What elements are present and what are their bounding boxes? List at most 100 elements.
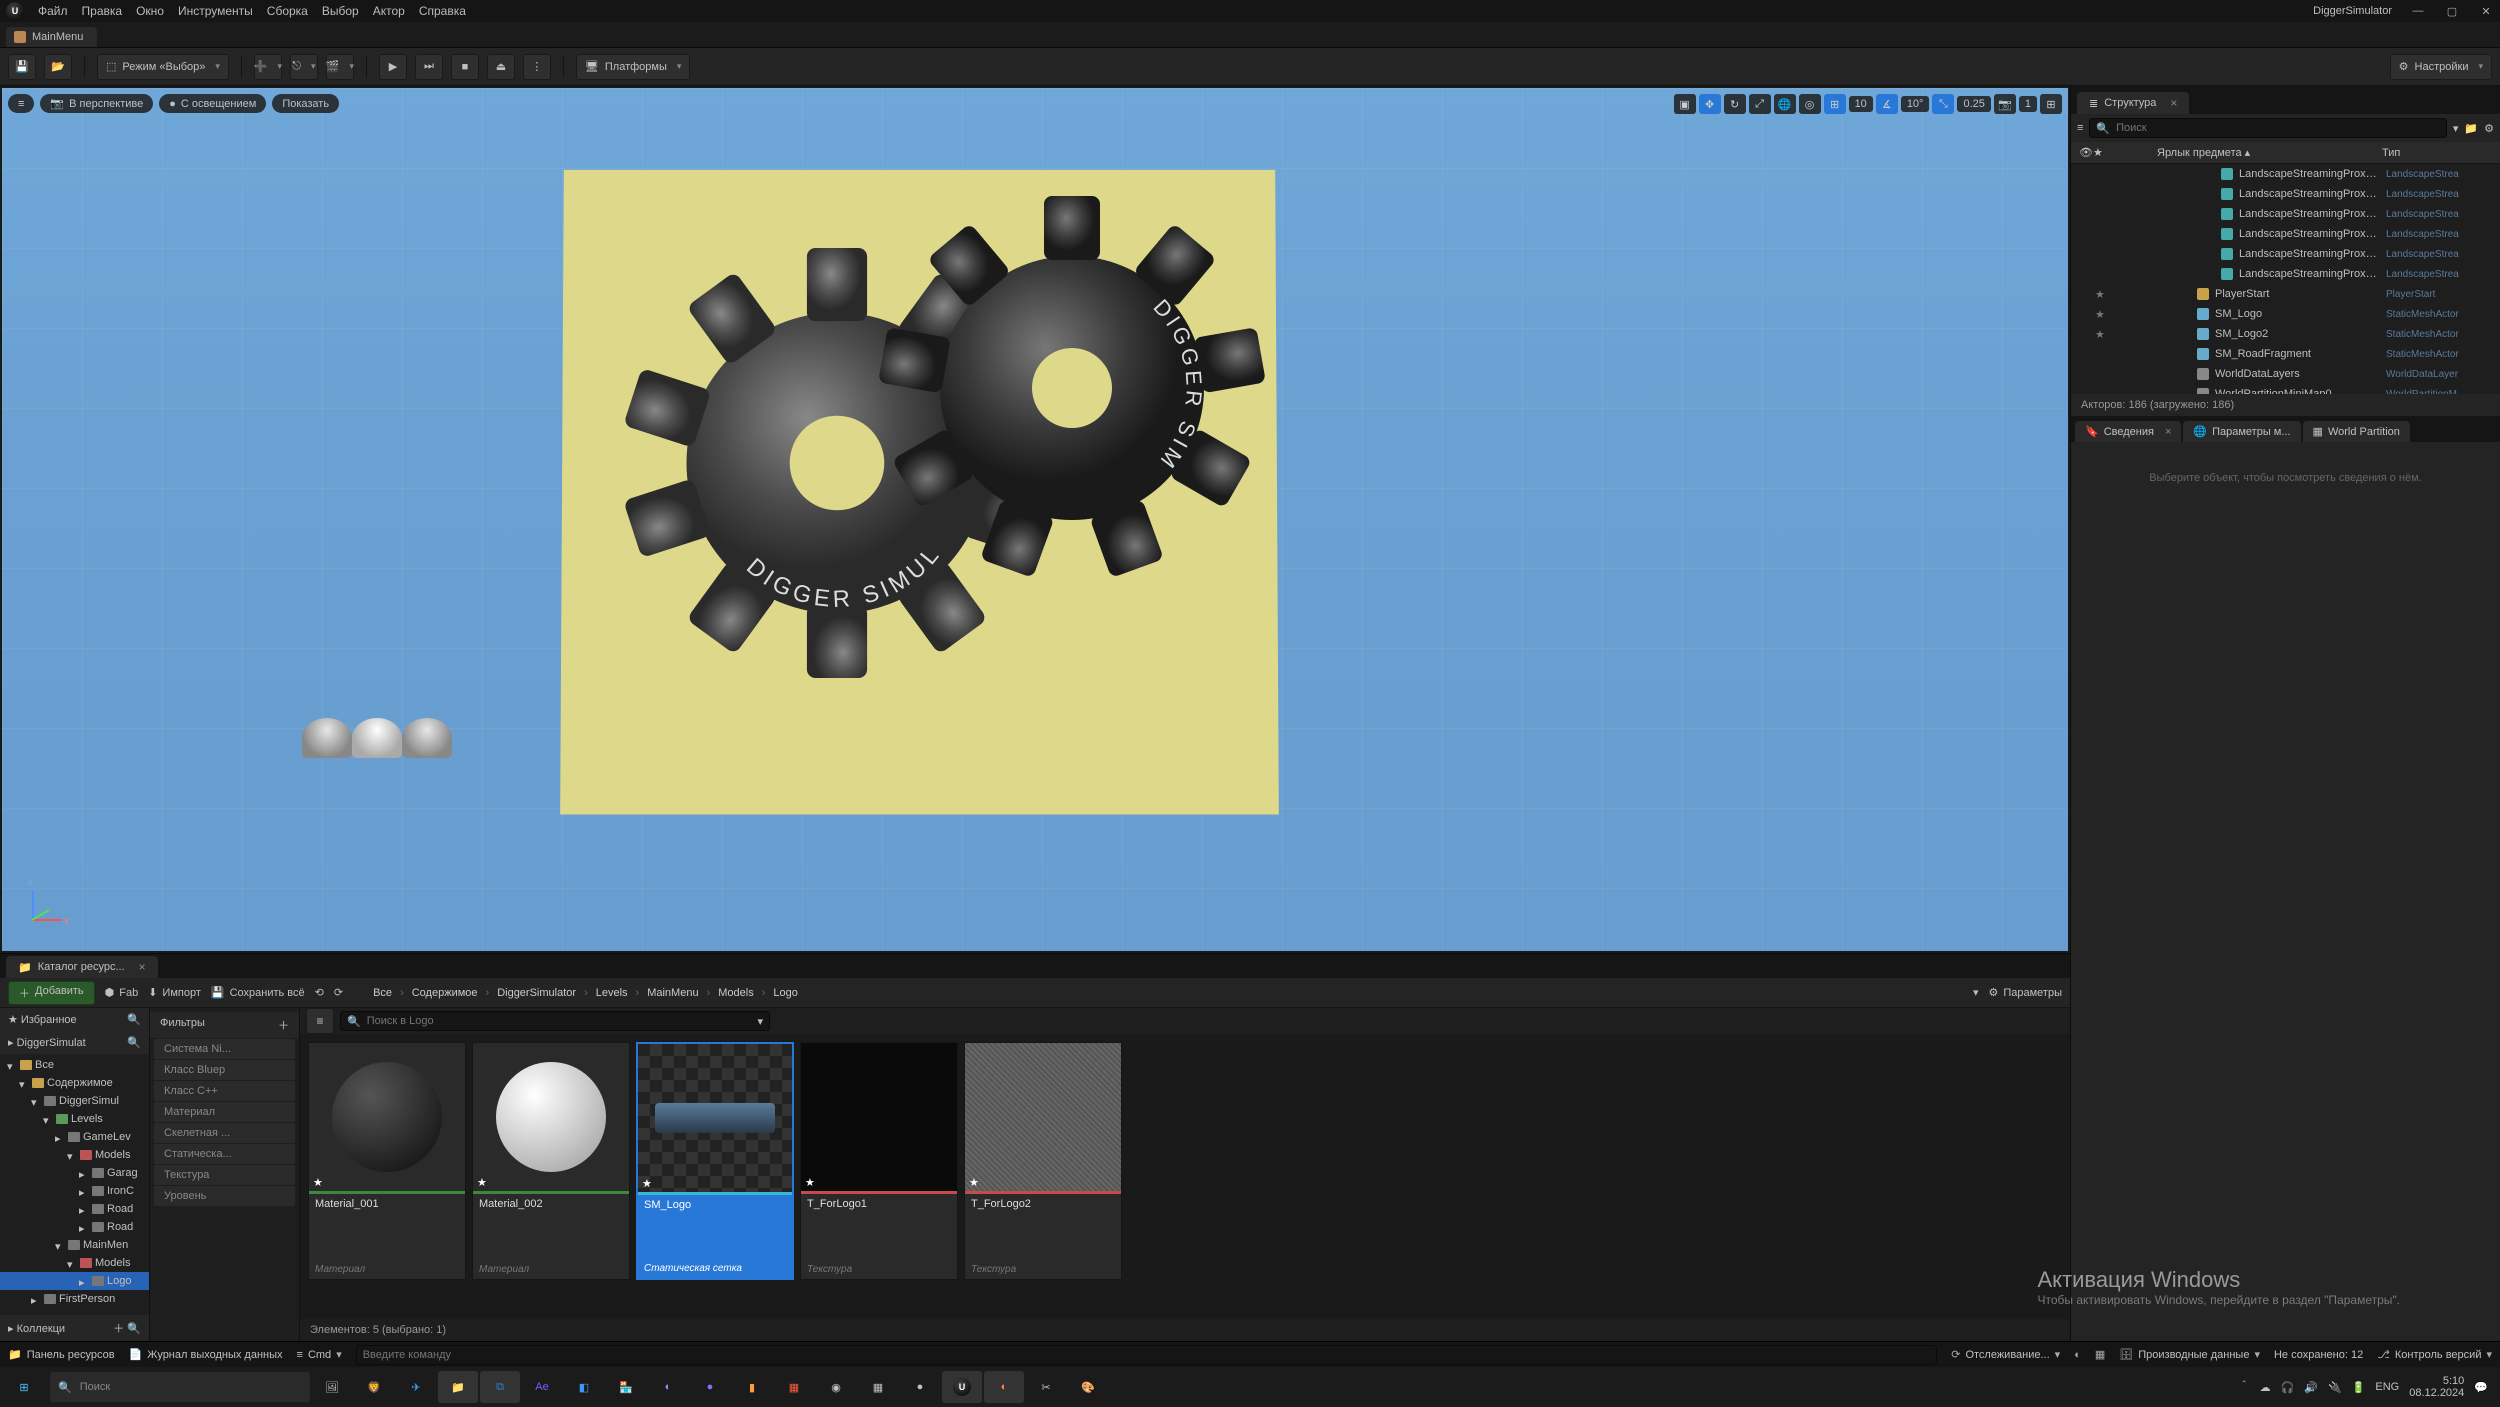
gizmo-select-button[interactable]: ▣ bbox=[1674, 94, 1696, 114]
search-icon[interactable]: 🔍 bbox=[127, 1013, 141, 1026]
content-settings-button[interactable]: ⚙Параметры bbox=[1988, 986, 2062, 999]
level-tab-mainmenu[interactable]: MainMenu bbox=[6, 27, 97, 47]
taskbar-app[interactable]: 📁 bbox=[438, 1371, 478, 1403]
content-history-fwd[interactable]: ⟳ bbox=[334, 986, 343, 999]
close-icon[interactable]: × bbox=[2170, 96, 2177, 110]
folder-tree-item[interactable]: ▾ Все bbox=[0, 1056, 149, 1074]
expand-icon[interactable]: ▾ bbox=[55, 1240, 65, 1250]
outliner-row[interactable]: WorldPartitionMiniMap0 WorldPartitionM bbox=[2071, 384, 2500, 394]
menu-tools[interactable]: Инструменты bbox=[178, 4, 253, 18]
menu-help[interactable]: Справка bbox=[419, 4, 466, 18]
content-assets-grid[interactable]: ★ Material_001 Материал ★ Material_002 М… bbox=[300, 1034, 2070, 1319]
asset-tile[interactable]: ★ T_ForLogo2 Текстура bbox=[964, 1042, 1122, 1280]
tray-battery-icon[interactable]: 🔋 bbox=[2352, 1381, 2366, 1394]
auto-save-status[interactable]: ⟳ Отслеживание... ▾ bbox=[1951, 1348, 2060, 1361]
filter-item[interactable]: Скелетная ... bbox=[154, 1123, 295, 1143]
expand-icon[interactable]: ▾ bbox=[67, 1150, 77, 1160]
folder-tree-item[interactable]: ▾ Models bbox=[0, 1254, 149, 1272]
gizmo-scale-button[interactable]: ⤢ bbox=[1749, 94, 1771, 114]
taskbar-app[interactable]: ◉ bbox=[816, 1371, 856, 1403]
world-settings-tab[interactable]: 🌐Параметры м... bbox=[2183, 421, 2300, 442]
tray-chevron-up[interactable]: ＾ bbox=[2239, 1379, 2250, 1395]
filter-item[interactable]: Класс Bluep bbox=[154, 1060, 295, 1080]
eye-icon[interactable]: 👁 bbox=[2079, 146, 2093, 159]
outliner-search-input[interactable] bbox=[2116, 122, 2440, 134]
asset-filter-button[interactable]: ≡ bbox=[306, 1008, 334, 1034]
add-icon[interactable]: ＋ bbox=[278, 1017, 289, 1033]
outliner-tab[interactable]: ≣ Структура × bbox=[2077, 92, 2189, 114]
source-control-status[interactable]: ⎇ Контроль версий ▾ bbox=[2377, 1348, 2492, 1361]
folder-tree-item[interactable]: ▾ DiggerSimul bbox=[0, 1092, 149, 1110]
taskbar-app[interactable]: Ae bbox=[522, 1371, 562, 1403]
breadcrumb-item[interactable]: Logo bbox=[773, 987, 797, 999]
taskbar-app[interactable]: ✂ bbox=[1026, 1371, 1066, 1403]
outliner-col-type[interactable]: Тип bbox=[2382, 147, 2492, 159]
angle-snap-toggle[interactable]: ∡ bbox=[1876, 94, 1898, 114]
filter-item[interactable]: Класс C++ bbox=[154, 1081, 295, 1101]
camera-speed-button[interactable]: 📷 bbox=[1994, 94, 2016, 114]
tray-network-icon[interactable]: 🔌 bbox=[2328, 1381, 2342, 1394]
close-icon[interactable]: × bbox=[139, 960, 146, 974]
taskbar-app[interactable]: ▮ bbox=[732, 1371, 772, 1403]
content-import-button[interactable]: ⬇Импорт bbox=[148, 986, 201, 999]
skip-button[interactable]: ⏭ bbox=[415, 54, 443, 80]
asset-tile[interactable]: ★ Material_001 Материал bbox=[308, 1042, 466, 1280]
editor-settings-dropdown[interactable]: ⚙ Настройки bbox=[2390, 54, 2492, 80]
chevron-down-icon[interactable]: ▾ bbox=[2453, 122, 2459, 135]
taskbar-app[interactable]: ✈ bbox=[396, 1371, 436, 1403]
play-button[interactable]: ▶ bbox=[379, 54, 407, 80]
platforms-dropdown[interactable]: 🖥 Платформы bbox=[576, 54, 691, 80]
outliner-row[interactable]: ★ SM_Logo StaticMeshActor bbox=[2071, 304, 2500, 324]
expand-icon[interactable]: ▾ bbox=[31, 1096, 41, 1106]
tray-volume-icon[interactable]: 🔊 bbox=[2304, 1381, 2318, 1394]
taskbar-app[interactable]: 🦁 bbox=[354, 1371, 394, 1403]
menu-select[interactable]: Выбор bbox=[322, 4, 359, 18]
outliner-row[interactable]: LandscapeStreamingProxy_15_1_ LandscapeS… bbox=[2071, 204, 2500, 224]
pin-toggle[interactable]: ★ bbox=[2095, 288, 2109, 301]
outliner-row[interactable]: LandscapeStreamingProxy_15_3_ LandscapeS… bbox=[2071, 244, 2500, 264]
taskbar-unreal-engine[interactable]: U bbox=[942, 1371, 982, 1403]
outliner-row[interactable]: LandscapeStreamingProxy_15_0_ LandscapeS… bbox=[2071, 184, 2500, 204]
cinematics-dropdown[interactable]: 🎬 bbox=[326, 54, 354, 80]
output-log-button[interactable]: 📄Журнал выходных данных bbox=[129, 1348, 283, 1361]
outliner-list[interactable]: LandscapeStreamingProxy_15_-1_ Landscape… bbox=[2071, 164, 2500, 394]
expand-icon[interactable]: ▸ bbox=[55, 1132, 65, 1142]
filter-icon[interactable]: ≡ bbox=[2077, 122, 2083, 134]
content-drawer-button[interactable]: 📁Панель ресурсов bbox=[8, 1348, 115, 1361]
chevron-down-icon[interactable]: ▾ bbox=[757, 1015, 763, 1028]
outliner-row[interactable]: LandscapeStreamingProxy_15_-1_ Landscape… bbox=[2071, 164, 2500, 184]
content-project-header[interactable]: ▸ DiggerSimulat 🔍 bbox=[0, 1031, 149, 1054]
outliner-row[interactable]: ★ SM_Logo2 StaticMeshActor bbox=[2071, 324, 2500, 344]
search-icon[interactable]: 🔍 bbox=[127, 1323, 141, 1335]
filter-item[interactable]: Текстура bbox=[154, 1165, 295, 1185]
breadcrumb-item[interactable]: Levels bbox=[596, 987, 628, 999]
taskbar-app[interactable]: 🎨 bbox=[1068, 1371, 1108, 1403]
expand-icon[interactable]: ▸ bbox=[79, 1186, 89, 1196]
taskbar-app[interactable]: 🏪 bbox=[606, 1371, 646, 1403]
breadcrumb-item[interactable]: Все bbox=[373, 987, 392, 999]
taskbar-app[interactable]: ⧉ bbox=[480, 1371, 520, 1403]
breadcrumb-item[interactable]: MainMenu bbox=[647, 987, 698, 999]
unsaved-status[interactable]: Не сохранено: 12 bbox=[2274, 1349, 2363, 1361]
viewport-menu-button[interactable]: ≡ bbox=[8, 94, 34, 113]
console-command-input[interactable] bbox=[356, 1345, 1938, 1365]
folder-icon[interactable]: 📁 bbox=[2464, 122, 2478, 135]
taskbar-app[interactable]: ● bbox=[690, 1371, 730, 1403]
tray-clock[interactable]: 5:10 08.12.2024 bbox=[2409, 1375, 2464, 1399]
expand-icon[interactable]: ▸ bbox=[79, 1276, 89, 1286]
pin-toggle[interactable]: ★ bbox=[2095, 308, 2109, 321]
folder-tree-item[interactable]: ▾ Содержимое bbox=[0, 1074, 149, 1092]
taskbar-app[interactable]: ◧ bbox=[564, 1371, 604, 1403]
content-save-all-button[interactable]: 💾Сохранить всё bbox=[211, 986, 305, 999]
filter-item[interactable]: Материал bbox=[154, 1102, 295, 1122]
camera-speed-value[interactable]: 1 bbox=[2019, 96, 2037, 112]
window-minimize-button[interactable]: — bbox=[2410, 5, 2426, 17]
outliner-col-label[interactable]: Ярлык предмета ▴ bbox=[2107, 146, 2382, 159]
folder-tree-item[interactable]: ▸ GameLev bbox=[0, 1128, 149, 1146]
grid-snap-toggle[interactable]: ⊞ bbox=[1824, 94, 1846, 114]
pin-toggle[interactable]: ★ bbox=[2095, 328, 2109, 341]
close-icon[interactable]: × bbox=[2165, 426, 2171, 438]
filter-item[interactable]: Уровень bbox=[154, 1186, 295, 1206]
browse-button[interactable]: 📂 bbox=[44, 54, 72, 80]
blueprints-dropdown[interactable]: ⎋ bbox=[290, 54, 318, 80]
